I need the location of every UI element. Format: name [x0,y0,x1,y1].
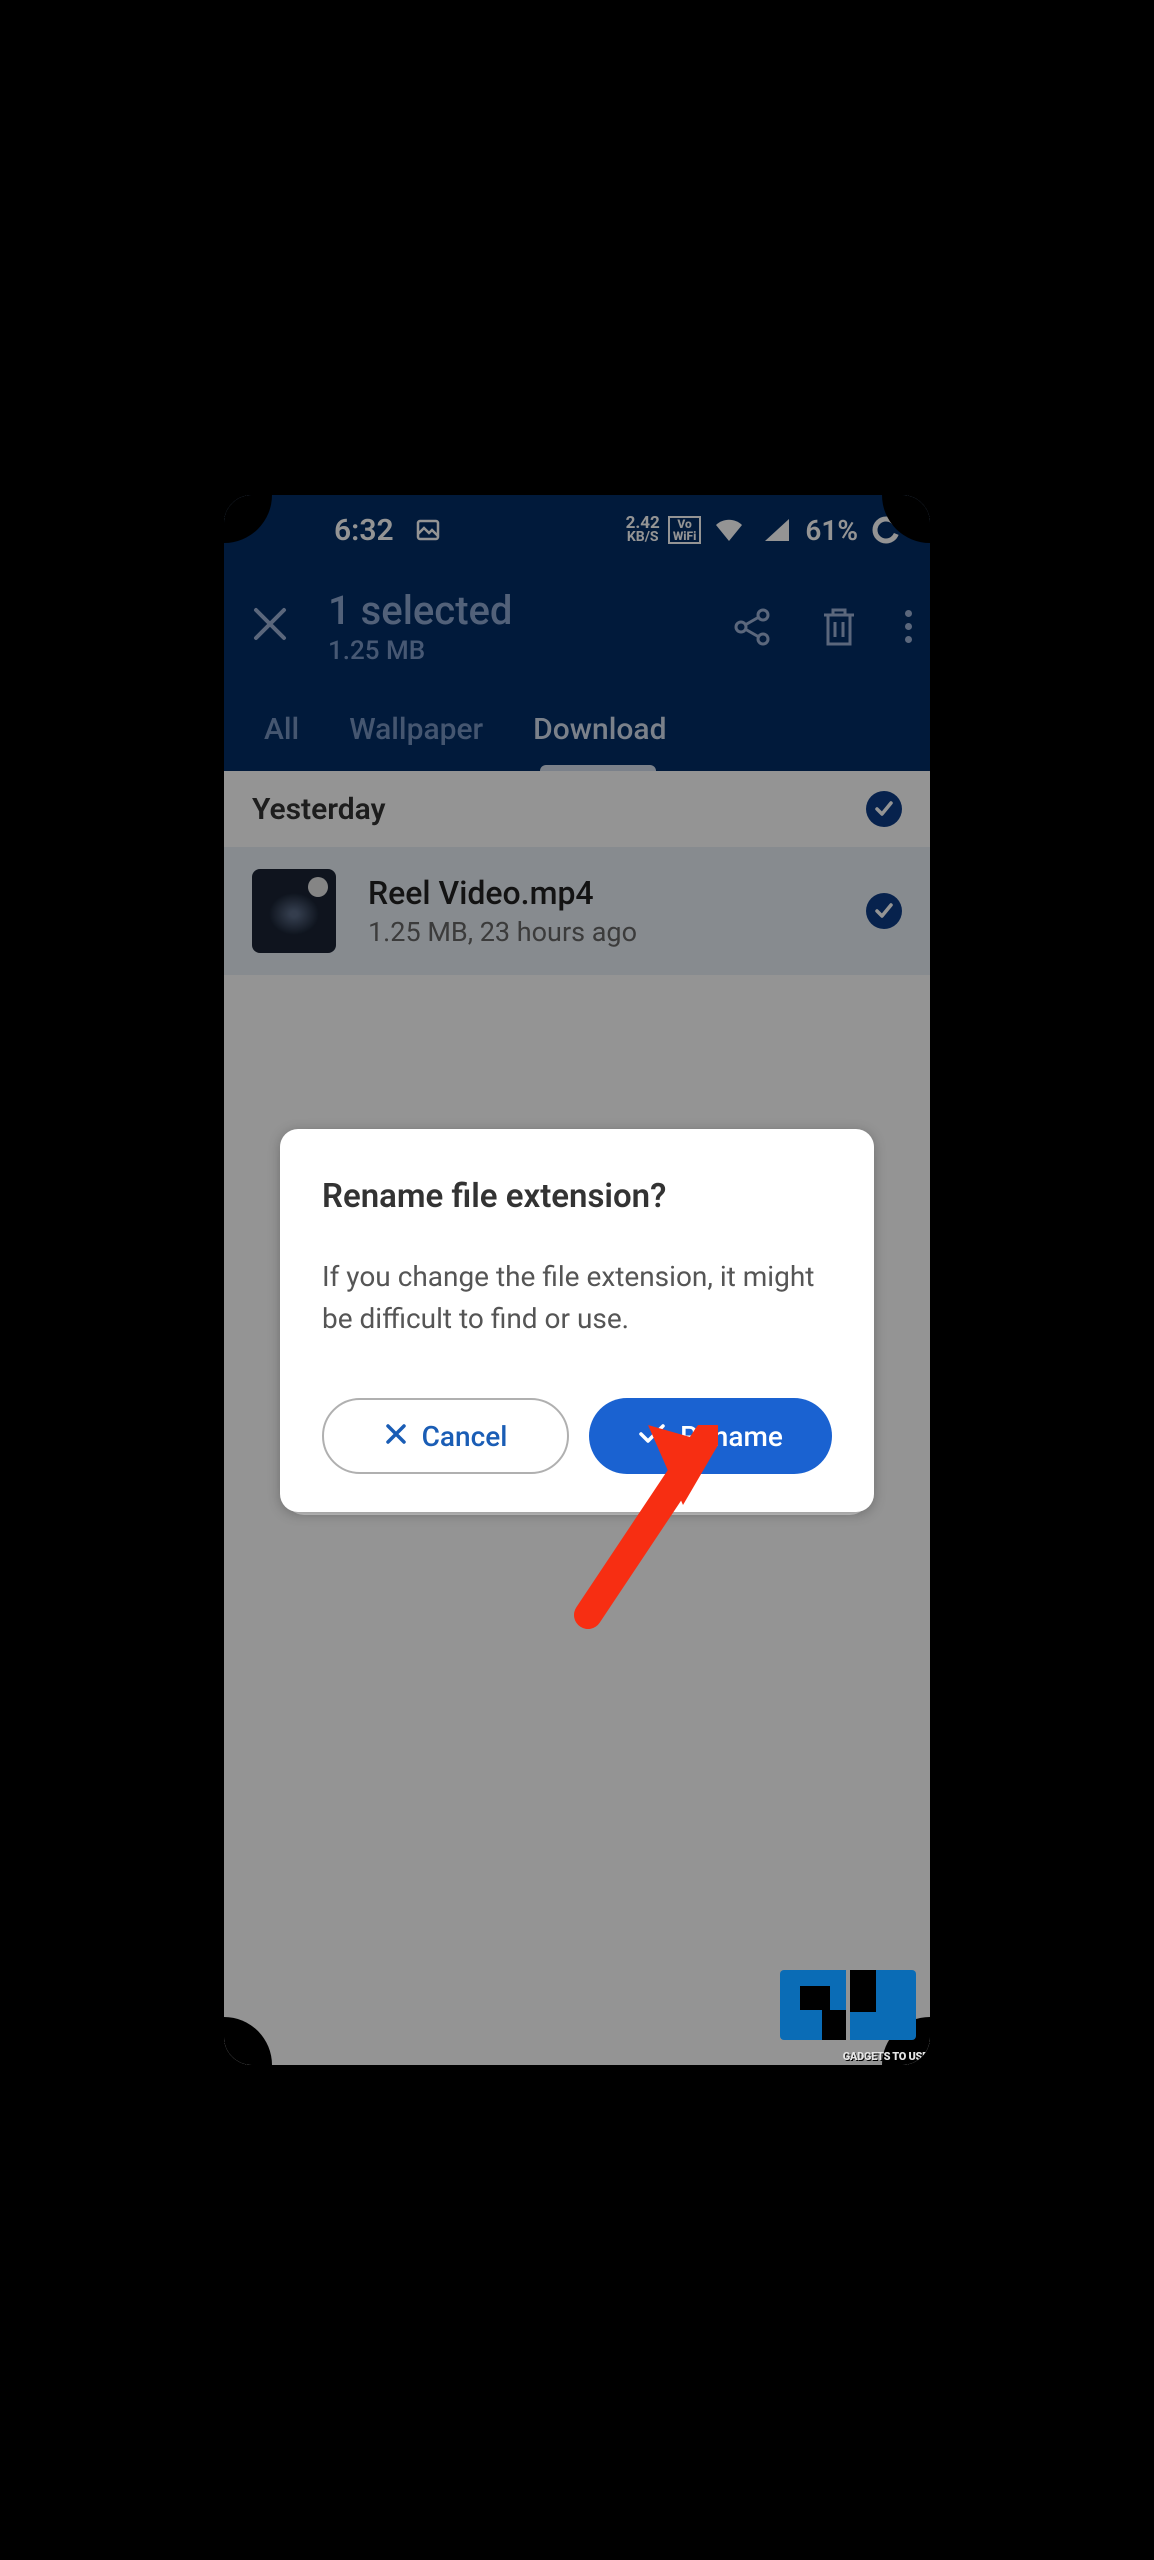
dialog-title: Rename file extension? [322,1177,832,1216]
cancel-button[interactable]: Cancel [322,1398,569,1474]
dialog-message: If you change the file extension, it mig… [322,1256,832,1340]
rename-label: Rename [680,1420,783,1453]
watermark-text: GADGETS TO USE [843,2050,928,2063]
rename-confirm-dialog: Rename file extension? If you change the… [280,1129,874,1512]
rename-button[interactable]: Rename [589,1398,832,1474]
check-icon [638,1420,666,1453]
cancel-label: Cancel [422,1420,508,1453]
phone-screen: 6:32 2.42 KB/S Vo WiFi [224,495,930,2065]
close-icon [384,1420,408,1453]
watermark-logo [780,1970,930,2040]
watermark: GADGETS TO USE [780,1970,930,2065]
